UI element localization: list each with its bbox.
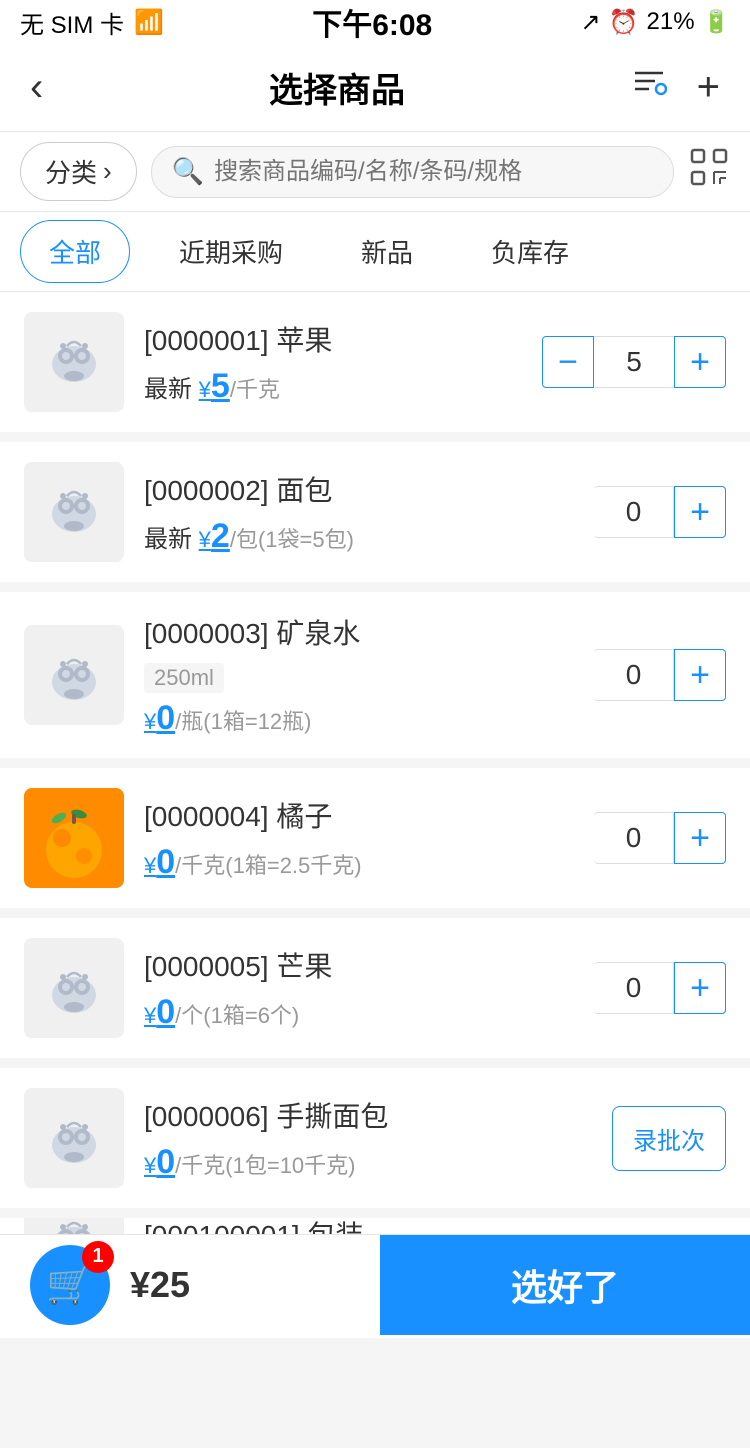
increase-button-4[interactable]: + bbox=[674, 962, 726, 1014]
product-info-5: [0000006] 手撕面包 ¥0/千克(1包=10千克) bbox=[124, 1095, 612, 1182]
scan-icon[interactable] bbox=[688, 146, 730, 197]
placeholder-icon bbox=[39, 322, 109, 403]
add-button[interactable]: + bbox=[697, 65, 720, 110]
status-time: 下午6:08 bbox=[312, 0, 432, 44]
product-image-3 bbox=[24, 788, 124, 888]
placeholder-icon bbox=[39, 472, 109, 553]
product-image-1 bbox=[24, 462, 124, 562]
product-info-4: [0000005] 芒果 ¥0/个(1箱=6个) bbox=[124, 945, 594, 1032]
product-price-0: 最新 ¥5/千克 bbox=[144, 367, 522, 406]
bottom-bar: 🛒 1 ¥25 选好了 bbox=[0, 1234, 750, 1334]
product-info-0: [0000001] 苹果 最新 ¥5/千克 bbox=[124, 319, 542, 406]
product-name-0: [0000001] 苹果 bbox=[144, 319, 522, 359]
carrier-text: 无 SIM 卡 bbox=[20, 5, 124, 40]
cart-section: 🛒 1 ¥25 bbox=[0, 1245, 380, 1325]
increase-button-0[interactable]: + bbox=[674, 336, 726, 388]
product-name-4: [0000005] 芒果 bbox=[144, 945, 574, 985]
quantity-input-0[interactable] bbox=[594, 336, 674, 388]
status-bar: 无 SIM 卡 📶 下午6:08 ↗ ⏰ 21% 🔋 bbox=[0, 0, 750, 44]
product-image-0 bbox=[24, 312, 124, 412]
list-item: [0000004] 橘子 ¥0/千克(1箱=2.5千克) + bbox=[0, 768, 750, 918]
record-batch-button[interactable]: 录批次 bbox=[612, 1106, 726, 1171]
increase-button-1[interactable]: + bbox=[674, 486, 726, 538]
product-price-1: 最新 ¥2/包(1袋=5包) bbox=[144, 517, 574, 556]
status-left: 无 SIM 卡 📶 bbox=[20, 5, 164, 40]
list-item: [0000006] 手撕面包 ¥0/千克(1包=10千克) 录批次 bbox=[0, 1068, 750, 1218]
cart-badge: 1 bbox=[82, 1241, 114, 1273]
search-icon: 🔍 bbox=[172, 156, 204, 187]
increase-button-3[interactable]: + bbox=[674, 812, 726, 864]
tab-recent[interactable]: 近期采购 bbox=[150, 220, 312, 283]
quantity-input-4[interactable] bbox=[594, 962, 674, 1014]
product-price-2: ¥0/瓶(1箱=12瓶) bbox=[144, 699, 574, 738]
product-price-4: ¥0/个(1箱=6个) bbox=[144, 993, 574, 1032]
search-box: 🔍 bbox=[151, 146, 674, 198]
category-button[interactable]: 分类 › bbox=[20, 142, 137, 201]
product-name-5: [0000006] 手撕面包 bbox=[144, 1095, 592, 1135]
status-right: ↗ ⏰ 21% 🔋 bbox=[581, 8, 730, 37]
quantity-input-3[interactable] bbox=[594, 812, 674, 864]
cart-button[interactable]: 🛒 1 bbox=[30, 1245, 110, 1325]
list-item: [0000003] 矿泉水 250ml ¥0/瓶(1箱=12瓶) + bbox=[0, 592, 750, 768]
quantity-control-3: + bbox=[594, 812, 726, 864]
tab-all[interactable]: 全部 bbox=[20, 220, 130, 283]
tab-negative[interactable]: 负库存 bbox=[462, 220, 598, 283]
product-image-2 bbox=[24, 625, 124, 725]
product-name-2: [0000003] 矿泉水 bbox=[144, 612, 574, 652]
alarm-icon: ⏰ bbox=[609, 8, 639, 37]
decrease-button-0[interactable]: − bbox=[542, 336, 594, 388]
product-price-3: ¥0/千克(1箱=2.5千克) bbox=[144, 843, 574, 882]
quantity-input-2[interactable] bbox=[594, 649, 674, 701]
product-image-5 bbox=[24, 1088, 124, 1188]
confirm-button[interactable]: 选好了 bbox=[380, 1235, 750, 1335]
list-item: [0000005] 芒果 ¥0/个(1箱=6个) + bbox=[0, 918, 750, 1068]
location-icon: ↗ bbox=[581, 8, 601, 37]
product-list: [0000001] 苹果 最新 ¥5/千克 − + bbox=[0, 292, 750, 1348]
quantity-input-1[interactable] bbox=[594, 486, 674, 538]
product-name-1: [0000002] 面包 bbox=[144, 469, 574, 509]
product-spec-2: 250ml bbox=[144, 663, 224, 693]
tab-new[interactable]: 新品 bbox=[332, 220, 442, 283]
quantity-control-4: + bbox=[594, 962, 726, 1014]
filter-icon[interactable] bbox=[631, 65, 667, 110]
filter-row: 分类 › 🔍 bbox=[0, 132, 750, 212]
list-item: [0000002] 面包 最新 ¥2/包(1袋=5包) + bbox=[0, 442, 750, 592]
wifi-icon: 📶 bbox=[134, 8, 164, 37]
nav-actions: + bbox=[631, 65, 720, 110]
back-button[interactable]: ‹ bbox=[30, 65, 43, 110]
page-title: 选择商品 bbox=[269, 63, 405, 112]
tabs-row: 全部 近期采购 新品 负库存 bbox=[0, 212, 750, 292]
product-price-5: ¥0/千克(1包=10千克) bbox=[144, 1143, 592, 1182]
quantity-control-0: − + bbox=[542, 336, 726, 388]
product-info-1: [0000002] 面包 最新 ¥2/包(1袋=5包) bbox=[124, 469, 594, 556]
quantity-control-2: + bbox=[594, 649, 726, 701]
product-info-2: [0000003] 矿泉水 250ml ¥0/瓶(1箱=12瓶) bbox=[124, 612, 594, 738]
category-label: 分类 bbox=[45, 153, 97, 190]
increase-button-2[interactable]: + bbox=[674, 649, 726, 701]
battery-icon: 🔋 bbox=[703, 9, 730, 35]
battery-text: 21% bbox=[647, 8, 695, 36]
product-info-3: [0000004] 橘子 ¥0/千克(1箱=2.5千克) bbox=[124, 795, 594, 882]
quantity-control-1: + bbox=[594, 486, 726, 538]
list-item: [0000001] 苹果 最新 ¥5/千克 − + bbox=[0, 292, 750, 442]
nav-bar: ‹ 选择商品 + bbox=[0, 44, 750, 132]
cart-total: ¥25 bbox=[130, 1264, 190, 1306]
product-image-4 bbox=[24, 938, 124, 1038]
product-name-3: [0000004] 橘子 bbox=[144, 795, 574, 835]
category-chevron: › bbox=[103, 156, 112, 187]
search-input[interactable] bbox=[214, 158, 653, 186]
